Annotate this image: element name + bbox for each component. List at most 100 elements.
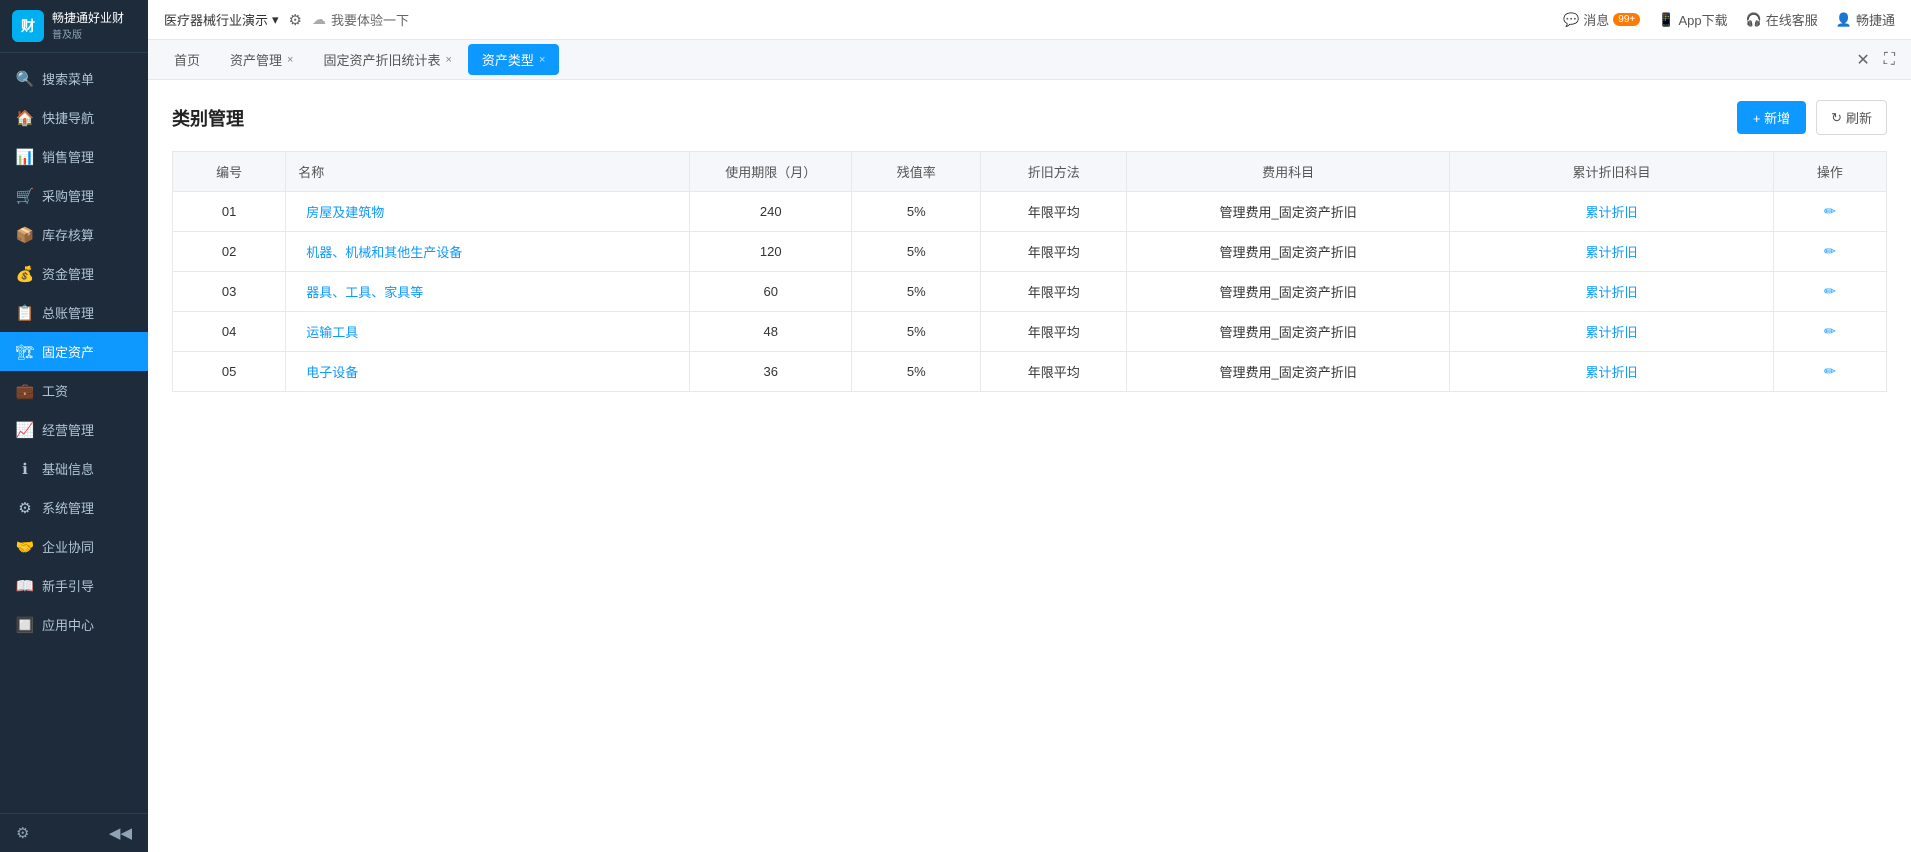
- sidebar-item-capital[interactable]: 💰 资金管理: [0, 254, 148, 293]
- sidebar-item-label: 工资: [42, 381, 68, 400]
- content-area: 类别管理 + 新增 ↻ 刷新 编号 名称 使用期限（月） 残值率 折旧方法: [148, 80, 1911, 852]
- cell-code: 01: [173, 192, 286, 232]
- service-icon: 🎧: [1746, 12, 1762, 28]
- cell-method: 年限平均: [981, 272, 1127, 312]
- logo-icon: 财: [12, 10, 44, 42]
- customer-service-item[interactable]: 🎧 在线客服: [1746, 10, 1818, 29]
- user-item[interactable]: 👤 畅捷通: [1836, 10, 1895, 29]
- cell-method: 年限平均: [981, 312, 1127, 352]
- accum-link[interactable]: 累计折旧: [1586, 285, 1638, 300]
- sidebar-item-search[interactable]: 🔍 搜索菜单: [0, 59, 148, 98]
- cell-period: 240: [690, 192, 852, 232]
- sidebar-item-fixed-assets[interactable]: 🏗 固定资产: [0, 332, 148, 371]
- tab-close-all-icon[interactable]: ✕: [1852, 48, 1873, 72]
- tab-asset-type-label: 资产类型: [482, 50, 534, 69]
- refresh-button[interactable]: ↻ 刷新: [1816, 100, 1887, 135]
- sidebar-footer: ⚙ ◀◀: [0, 813, 148, 852]
- sidebar-item-label: 搜索菜单: [42, 69, 94, 88]
- cell-accum: 累计折旧: [1450, 192, 1773, 232]
- sidebar-item-system[interactable]: ⚙ 系统管理: [0, 488, 148, 527]
- edit-icon[interactable]: ✏: [1824, 203, 1836, 219]
- sidebar-item-payroll[interactable]: 💼 工资: [0, 371, 148, 410]
- table-header-row: 编号 名称 使用期限（月） 残值率 折旧方法 费用科目 累计折旧科目 操作: [173, 152, 1887, 192]
- sidebar-item-operations[interactable]: 📈 经营管理: [0, 410, 148, 449]
- col-header-accum: 累计折旧科目: [1450, 152, 1773, 192]
- sidebar-item-purchase[interactable]: 🛒 采购管理: [0, 176, 148, 215]
- cell-code: 02: [173, 232, 286, 272]
- collapse-icon[interactable]: ◀◀: [109, 824, 132, 842]
- cell-code: 03: [173, 272, 286, 312]
- sidebar-item-ledger[interactable]: 📋 总账管理: [0, 293, 148, 332]
- cell-period: 60: [690, 272, 852, 312]
- cell-op: ✏: [1773, 192, 1886, 232]
- edit-icon[interactable]: ✏: [1824, 283, 1836, 299]
- app-center-icon: 🔲: [16, 616, 34, 634]
- sidebar-item-basic-info[interactable]: ℹ 基础信息: [0, 449, 148, 488]
- tab-asset-type[interactable]: 资产类型 ×: [468, 44, 559, 75]
- tab-asset-mgmt[interactable]: 资产管理 ×: [216, 44, 307, 75]
- edit-icon[interactable]: ✏: [1824, 243, 1836, 259]
- tab-depreciation-close[interactable]: ×: [445, 54, 451, 66]
- tab-asset-mgmt-label: 资产管理: [230, 50, 282, 69]
- table-row: 05 电子设备 36 5% 年限平均 管理费用_固定资产折旧 累计折旧 ✏: [173, 352, 1887, 392]
- accum-link[interactable]: 累计折旧: [1586, 365, 1638, 380]
- col-header-period: 使用期限（月）: [690, 152, 852, 192]
- sidebar-item-label: 资金管理: [42, 264, 94, 283]
- purchase-icon: 🛒: [16, 187, 34, 205]
- accum-link[interactable]: 累计折旧: [1586, 205, 1638, 220]
- app-download-item[interactable]: 📱 App下载: [1658, 10, 1727, 29]
- page-actions: + 新增 ↻ 刷新: [1737, 100, 1887, 135]
- settings-footer-icon[interactable]: ⚙: [16, 824, 29, 842]
- sidebar-item-inventory[interactable]: 📦 库存核算: [0, 215, 148, 254]
- new-button[interactable]: + 新增: [1737, 101, 1806, 134]
- accum-link[interactable]: 累计折旧: [1586, 245, 1638, 260]
- table-row: 02 机器、机械和其他生产设备 120 5% 年限平均 管理费用_固定资产折旧 …: [173, 232, 1887, 272]
- basic-info-icon: ℹ: [16, 460, 34, 478]
- tab-home[interactable]: 首页: [160, 44, 214, 75]
- sidebar-item-app-center[interactable]: 🔲 应用中心: [0, 605, 148, 644]
- cell-residual: 5%: [852, 272, 981, 312]
- edit-icon[interactable]: ✏: [1824, 323, 1836, 339]
- try-button[interactable]: ☁ 我要体验一下: [312, 10, 409, 29]
- sidebar-item-label: 新手引导: [42, 576, 94, 595]
- col-header-op: 操作: [1773, 152, 1886, 192]
- name-link[interactable]: 运输工具: [306, 325, 358, 340]
- name-link[interactable]: 房屋及建筑物: [306, 205, 384, 220]
- cell-op: ✏: [1773, 232, 1886, 272]
- app-selector[interactable]: 医疗器械行业演示 ▾: [164, 10, 279, 29]
- category-table: 编号 名称 使用期限（月） 残值率 折旧方法 费用科目 累计折旧科目 操作 01…: [172, 151, 1887, 392]
- tab-asset-type-close[interactable]: ×: [539, 54, 545, 66]
- tab-expand-icon[interactable]: ⛶: [1880, 49, 1899, 71]
- name-link[interactable]: 电子设备: [306, 365, 358, 380]
- sidebar-item-cooperation[interactable]: 🤝 企业协同: [0, 527, 148, 566]
- sidebar: 财 畅捷通好业财 普及版 🔍 搜索菜单 🏠 快捷导航 📊 销售管理 🛒 采购管理…: [0, 0, 148, 852]
- cell-residual: 5%: [852, 192, 981, 232]
- cell-residual: 5%: [852, 312, 981, 352]
- message-badge: 99+: [1613, 13, 1640, 26]
- cell-name: 房屋及建筑物: [286, 192, 690, 232]
- cell-name: 电子设备: [286, 352, 690, 392]
- cell-code: 05: [173, 352, 286, 392]
- table-row: 01 房屋及建筑物 240 5% 年限平均 管理费用_固定资产折旧 累计折旧 ✏: [173, 192, 1887, 232]
- download-icon: 📱: [1658, 12, 1674, 28]
- sidebar-item-sales[interactable]: 📊 销售管理: [0, 137, 148, 176]
- edit-icon[interactable]: ✏: [1824, 363, 1836, 379]
- sidebar-item-label: 企业协同: [42, 537, 94, 556]
- payroll-icon: 💼: [16, 382, 34, 400]
- topbar: 医疗器械行业演示 ▾ ⚙ ☁ 我要体验一下 💬 消息 99+ 📱 App下载 🎧…: [148, 0, 1911, 40]
- col-header-name: 名称: [286, 152, 690, 192]
- sidebar-item-quick-nav[interactable]: 🏠 快捷导航: [0, 98, 148, 137]
- accum-link[interactable]: 累计折旧: [1586, 325, 1638, 340]
- table-row: 03 器具、工具、家具等 60 5% 年限平均 管理费用_固定资产折旧 累计折旧…: [173, 272, 1887, 312]
- name-link[interactable]: 器具、工具、家具等: [306, 285, 423, 300]
- name-link[interactable]: 机器、机械和其他生产设备: [306, 245, 462, 260]
- message-item[interactable]: 💬 消息 99+: [1563, 10, 1640, 29]
- tab-home-label: 首页: [174, 50, 200, 69]
- topbar-settings-icon[interactable]: ⚙: [289, 11, 302, 29]
- page-header: 类别管理 + 新增 ↻ 刷新: [172, 100, 1887, 135]
- operations-icon: 📈: [16, 421, 34, 439]
- tab-depreciation[interactable]: 固定资产折旧统计表 ×: [309, 44, 465, 75]
- sidebar-item-guide[interactable]: 📖 新手引导: [0, 566, 148, 605]
- cell-name: 器具、工具、家具等: [286, 272, 690, 312]
- tab-asset-mgmt-close[interactable]: ×: [287, 54, 293, 66]
